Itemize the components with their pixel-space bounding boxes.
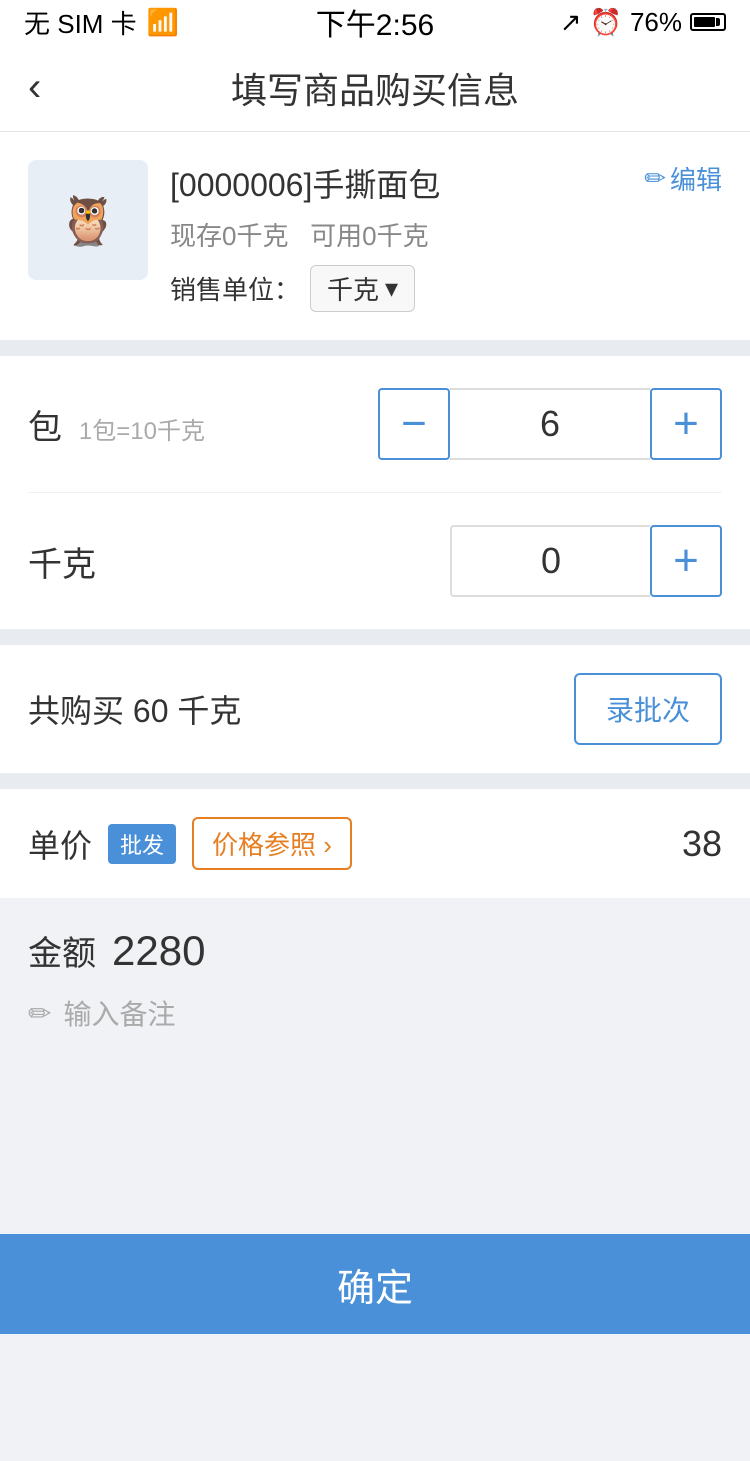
bag-minus-button[interactable]: − <box>378 388 450 460</box>
price-reference-button[interactable]: 价格参照 › <box>192 817 352 870</box>
product-card-right: ✏ 编辑 <box>644 160 722 197</box>
carrier-label: 无 SIM 卡 <box>24 4 137 41</box>
input-section: 包 1包=10千克 − + 千克 + <box>0 356 750 629</box>
price-label: 单价 <box>28 821 92 867</box>
product-unit: 销售单位： 千克 ▾ <box>170 265 622 312</box>
edit-button[interactable]: ✏ 编辑 <box>644 160 722 197</box>
price-row: 单价 批发 价格参照 › 38 <box>28 817 722 870</box>
wifi-icon: 📶 <box>147 7 179 38</box>
alarm-icon: ⏰ <box>590 7 622 38</box>
status-right: ↗ ⏰ 76% <box>560 7 726 38</box>
location-icon: ↗ <box>560 7 582 38</box>
product-name: [0000006]手撕面包 <box>170 160 622 206</box>
bag-plus-button[interactable]: + <box>650 388 722 460</box>
amount-value: 2280 <box>112 927 205 975</box>
price-section: 单价 批发 价格参照 › 38 <box>0 789 750 898</box>
divider-3 <box>0 773 750 789</box>
back-button[interactable]: ‹ <box>28 65 41 110</box>
divider-2 <box>0 629 750 645</box>
battery-percent: 76% <box>630 7 682 38</box>
price-value: 38 <box>682 823 722 865</box>
kg-plus-button[interactable]: + <box>650 525 722 597</box>
edit-label: 编辑 <box>670 160 722 197</box>
unit-select[interactable]: 千克 ▾ <box>310 265 415 312</box>
amount-label: 金额 <box>28 926 96 975</box>
nav-bar: ‹ 填写商品购买信息 <box>0 44 750 132</box>
kg-input[interactable] <box>450 525 650 597</box>
bag-input-row: 包 1包=10千克 − + <box>28 356 722 493</box>
page-title: 填写商品购买信息 <box>231 62 519 114</box>
status-left: 无 SIM 卡 📶 <box>24 4 179 41</box>
summary-section: 共购买 60 千克 录批次 <box>0 645 750 773</box>
remark-row[interactable]: ✏ 输入备注 <box>28 993 722 1033</box>
remark-label: 输入备注 <box>63 993 175 1033</box>
kg-stepper: + <box>450 525 722 597</box>
product-image: 🦉 <box>28 160 148 280</box>
stock-label: 现存0千克 <box>170 221 288 251</box>
product-id: [0000006] <box>170 167 312 203</box>
batch-record-button[interactable]: 录批次 <box>574 673 722 745</box>
summary-text: 共购买 60 千克 <box>28 686 241 732</box>
edit-icon: ✏ <box>644 163 666 194</box>
unit-value: 千克 <box>327 270 379 307</box>
amount-row: 金额 2280 <box>28 926 722 975</box>
price-tag: 批发 <box>108 824 176 864</box>
product-logo-icon: 🦉 <box>58 192 118 249</box>
unit-label: 销售单位： <box>170 270 300 307</box>
kg-input-row: 千克 + <box>28 493 722 629</box>
divider-1 <box>0 340 750 356</box>
available-label: 可用0千克 <box>310 221 428 251</box>
product-title: 手撕面包 <box>312 167 440 203</box>
product-info: [0000006]手撕面包 现存0千克 可用0千克 销售单位： 千克 ▾ <box>170 160 622 312</box>
confirm-button[interactable]: 确定 <box>0 1234 750 1334</box>
dropdown-icon: ▾ <box>385 273 398 304</box>
battery-icon <box>690 13 726 31</box>
kg-label: 千克 <box>28 537 96 586</box>
bag-input[interactable] <box>450 388 650 460</box>
status-bar: 无 SIM 卡 📶 下午2:56 ↗ ⏰ 76% <box>0 0 750 44</box>
pencil-icon: ✏ <box>28 997 51 1030</box>
bag-stepper: − + <box>378 388 722 460</box>
bag-label: 包 <box>28 409 62 447</box>
status-time: 下午2:56 <box>316 0 434 44</box>
bag-sublabel: 1包=10千克 <box>79 418 205 445</box>
bag-label-group: 包 1包=10千克 <box>28 400 205 449</box>
amount-section: 金额 2280 ✏ 输入备注 <box>0 898 750 1061</box>
product-stock: 现存0千克 可用0千克 <box>170 216 622 253</box>
product-card: 🦉 [0000006]手撕面包 现存0千克 可用0千克 销售单位： 千克 ▾ ✏… <box>0 132 750 340</box>
